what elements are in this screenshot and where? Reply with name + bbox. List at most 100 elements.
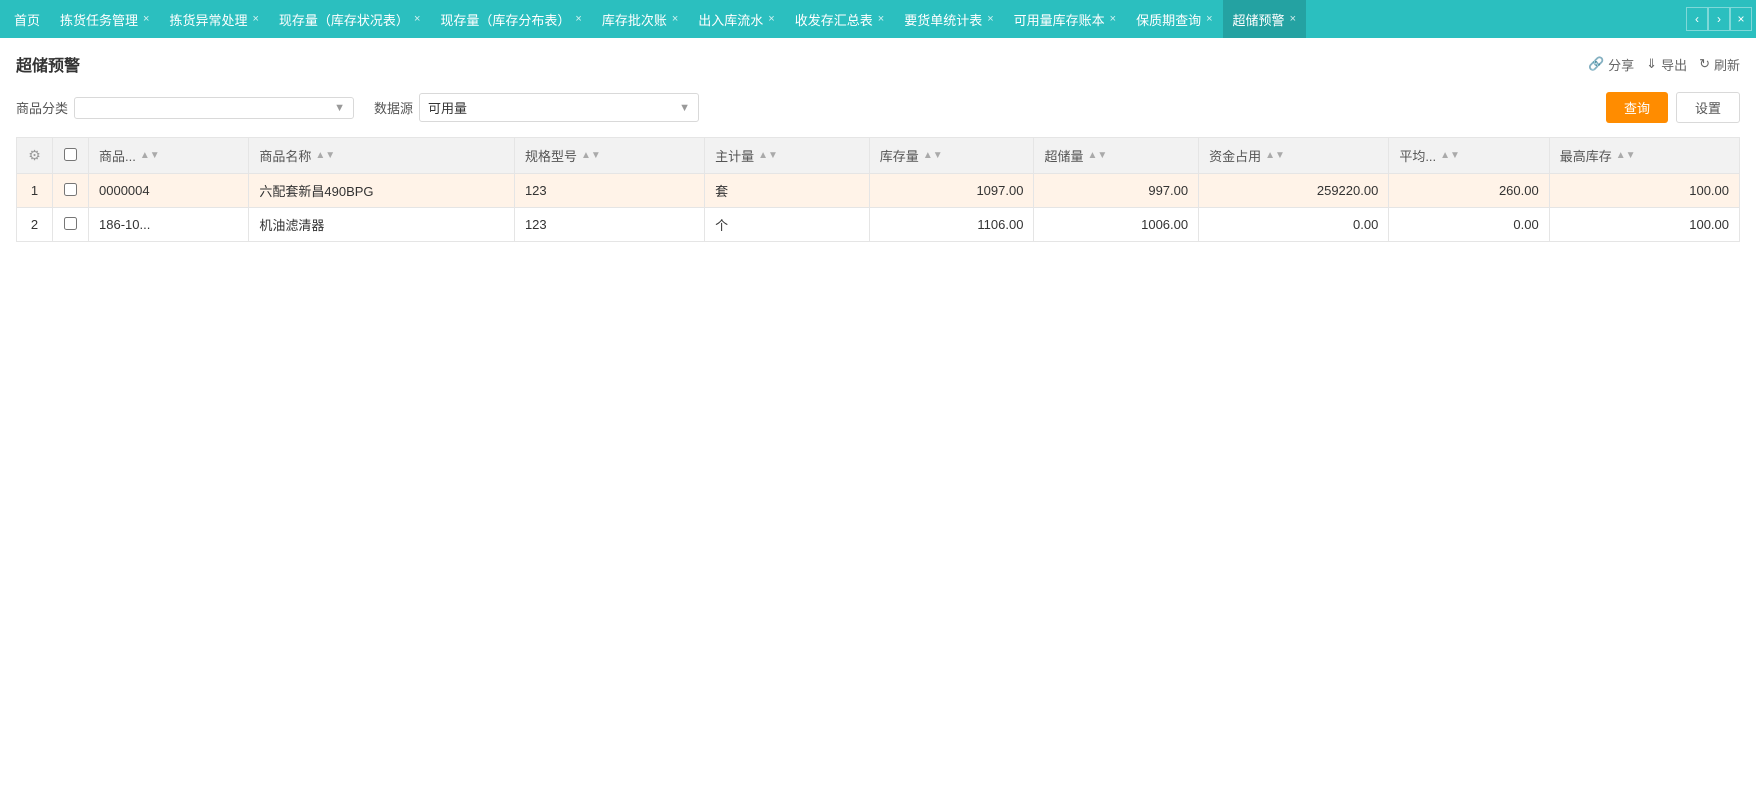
sort-unit-icon[interactable]: ▲▼ (758, 151, 778, 161)
row-product-code: 186-10... (89, 208, 249, 242)
row-select-checkbox[interactable] (64, 183, 77, 196)
row-product-name: 六配套新昌490BPG (249, 174, 515, 208)
table-row: 10000004六配套新昌490BPG123套1097.00997.002592… (17, 174, 1740, 208)
export-icon: ⇓ (1646, 56, 1657, 72)
col-avgprice-label: 平均... (1399, 146, 1436, 165)
row-maxstock: 100.00 (1549, 208, 1739, 242)
row-maxstock: 100.00 (1549, 174, 1739, 208)
col-maxstock: 最高库存 ▲▼ (1549, 138, 1739, 174)
nav-tab-3[interactable]: 现存量（库存状况表） × (269, 0, 430, 38)
share-icon: 🔗 (1588, 56, 1604, 72)
row-product-name: 机油滤清器 (249, 208, 515, 242)
row-stock: 1097.00 (869, 174, 1034, 208)
nav-tab-6[interactable]: 出入库流水 × (688, 0, 784, 38)
gear-icon[interactable]: ⚙ (28, 147, 41, 163)
close-tab-4[interactable]: × (575, 13, 581, 25)
top-nav: 首页 拣货任务管理 × 拣货异常处理 × 现存量（库存状况表） × 现存量（库存… (0, 0, 1756, 38)
sort-maxstock-icon[interactable]: ▲▼ (1616, 151, 1636, 161)
row-select-checkbox[interactable] (64, 217, 77, 230)
nav-close-btn[interactable]: × (1730, 7, 1752, 31)
sort-product-code-icon[interactable]: ▲▼ (140, 151, 160, 161)
row-unit: 套 (705, 174, 870, 208)
close-tab-8[interactable]: × (987, 13, 993, 25)
share-button[interactable]: 🔗 分享 (1588, 55, 1634, 74)
col-avgprice: 平均... ▲▼ (1389, 138, 1549, 174)
refresh-button[interactable]: ↻ 刷新 (1699, 55, 1740, 74)
sort-overstock-icon[interactable]: ▲▼ (1087, 151, 1107, 161)
filter-buttons: 查询 设置 (1606, 92, 1740, 123)
row-capital: 259220.00 (1199, 174, 1389, 208)
col-spec: 规格型号 ▲▼ (514, 138, 704, 174)
row-checkbox (53, 174, 89, 208)
datasource-select-value: 可用量 (428, 98, 467, 117)
data-table: ⚙ 商品... ▲▼ 商品名称 ▲▼ (16, 137, 1740, 242)
header-actions: 🔗 分享 ⇓ 导出 ↻ 刷新 (1588, 55, 1740, 74)
col-unit: 主计量 ▲▼ (705, 138, 870, 174)
close-tab-3[interactable]: × (414, 13, 420, 25)
col-stock-label: 库存量 (880, 146, 919, 165)
sort-stock-icon[interactable]: ▲▼ (923, 151, 943, 161)
nav-prev-btn[interactable]: ‹ (1686, 7, 1708, 31)
close-tab-5[interactable]: × (672, 13, 678, 25)
settings-button[interactable]: 设置 (1676, 92, 1740, 123)
row-overstock: 1006.00 (1034, 208, 1199, 242)
sort-avgprice-icon[interactable]: ▲▼ (1440, 151, 1460, 161)
nav-tab-8[interactable]: 要货单统计表 × (894, 0, 1003, 38)
nav-arrows: ‹ › × (1686, 7, 1752, 31)
nav-tab-4[interactable]: 现存量（库存分布表） × (430, 0, 591, 38)
row-index: 2 (17, 208, 53, 242)
row-unit: 个 (705, 208, 870, 242)
datasource-filter: 数据源 可用量 ▼ (374, 93, 699, 122)
datasource-select[interactable]: 可用量 ▼ (419, 93, 699, 122)
col-product-code-label: 商品... (99, 146, 136, 165)
table-header-row: ⚙ 商品... ▲▼ 商品名称 ▲▼ (17, 138, 1740, 174)
select-all-checkbox[interactable] (64, 148, 77, 161)
nav-tab-active[interactable]: 超储预警 × (1223, 0, 1306, 38)
nav-tab-5[interactable]: 库存批次账 × (592, 0, 688, 38)
nav-tab-7[interactable]: 收发存汇总表 × (785, 0, 894, 38)
col-stock: 库存量 ▲▼ (869, 138, 1034, 174)
col-spec-label: 规格型号 (525, 146, 577, 165)
close-tab-1[interactable]: × (143, 13, 149, 25)
refresh-icon: ↻ (1699, 56, 1710, 72)
nav-tab-1[interactable]: 拣货任务管理 × (50, 0, 159, 38)
row-overstock: 997.00 (1034, 174, 1199, 208)
sort-spec-icon[interactable]: ▲▼ (581, 151, 601, 161)
close-tab-9[interactable]: × (1110, 13, 1116, 25)
row-avgprice: 0.00 (1389, 208, 1549, 242)
row-capital: 0.00 (1199, 208, 1389, 242)
col-product-name: 商品名称 ▲▼ (249, 138, 515, 174)
close-tab-2[interactable]: × (252, 13, 258, 25)
nav-tab-10[interactable]: 保质期查询 × (1126, 0, 1222, 38)
sort-capital-icon[interactable]: ▲▼ (1265, 151, 1285, 161)
row-spec: 123 (514, 208, 704, 242)
row-index: 1 (17, 174, 53, 208)
nav-tab-9[interactable]: 可用量库存账本 × (1004, 0, 1126, 38)
close-tab-6[interactable]: × (768, 13, 774, 25)
close-tab-active[interactable]: × (1290, 13, 1296, 25)
close-tab-7[interactable]: × (878, 13, 884, 25)
row-avgprice: 260.00 (1389, 174, 1549, 208)
query-button[interactable]: 查询 (1606, 92, 1668, 123)
close-tab-10[interactable]: × (1206, 13, 1212, 25)
col-gear: ⚙ (17, 138, 53, 174)
row-spec: 123 (514, 174, 704, 208)
col-overstock: 超储量 ▲▼ (1034, 138, 1199, 174)
nav-tab-home[interactable]: 首页 (4, 0, 50, 38)
page-header: 超储预警 🔗 分享 ⇓ 导出 ↻ 刷新 (16, 52, 1740, 76)
col-maxstock-label: 最高库存 (1560, 146, 1612, 165)
table-row: 2186-10...机油滤清器123个1106.001006.000.000.0… (17, 208, 1740, 242)
main-content: 超储预警 🔗 分享 ⇓ 导出 ↻ 刷新 商品分类 ▼ 数据源 (0, 38, 1756, 800)
nav-tab-2[interactable]: 拣货异常处理 × (159, 0, 268, 38)
category-select[interactable]: ▼ (74, 97, 354, 119)
row-stock: 1106.00 (869, 208, 1034, 242)
export-button[interactable]: ⇓ 导出 (1646, 55, 1687, 74)
col-capital-label: 资金占用 (1209, 146, 1261, 165)
page-title: 超储预警 (16, 52, 80, 76)
col-capital: 资金占用 ▲▼ (1199, 138, 1389, 174)
category-dropdown-icon: ▼ (334, 102, 345, 114)
datasource-dropdown-icon: ▼ (679, 102, 690, 114)
nav-next-btn[interactable]: › (1708, 7, 1730, 31)
sort-product-name-icon[interactable]: ▲▼ (315, 151, 335, 161)
col-product-name-label: 商品名称 (259, 146, 311, 165)
